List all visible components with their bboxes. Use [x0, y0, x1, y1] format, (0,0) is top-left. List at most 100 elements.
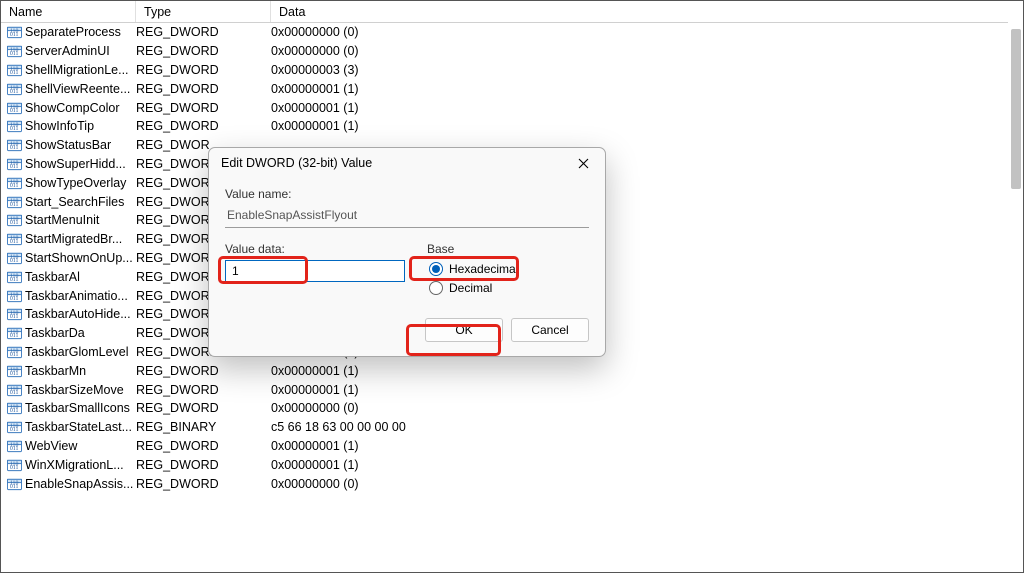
- cell-name-text: TaskbarSmallIcons: [25, 401, 130, 415]
- table-row[interactable]: 011 110 ServerAdminUIREG_DWORD0x00000000…: [1, 42, 1023, 61]
- registry-value-icon: 011 110: [7, 176, 22, 190]
- registry-value-icon: 011 110: [7, 195, 22, 209]
- cell-name-text: TaskbarSizeMove: [25, 383, 124, 397]
- cell-name-text: EnableSnapAssis...: [25, 477, 133, 491]
- value-data-label: Value data:: [225, 242, 405, 256]
- registry-value-icon: 011 110: [7, 25, 22, 39]
- scrollbar-track[interactable]: [1008, 1, 1023, 572]
- svg-text:110: 110: [10, 179, 19, 185]
- svg-text:110: 110: [10, 104, 19, 110]
- cell-type: REG_DWORD: [136, 458, 271, 472]
- svg-text:110: 110: [10, 386, 19, 392]
- dialog-title: Edit DWORD (32-bit) Value: [221, 156, 372, 170]
- ok-button[interactable]: OK: [425, 318, 503, 342]
- cell-type: REG_DWORD: [136, 63, 271, 77]
- cell-name: 011 110 ShellViewReente...: [7, 82, 136, 96]
- cell-data: 0x00000001 (1): [271, 439, 1023, 453]
- registry-value-icon: 011 110: [7, 401, 22, 415]
- cell-name: 011 110 SeparateProcess: [7, 25, 136, 39]
- radio-hex-label: Hexadecimal: [449, 262, 518, 276]
- registry-value-icon: 011 110: [7, 157, 22, 171]
- radio-hexadecimal[interactable]: Hexadecimal: [427, 260, 589, 279]
- cell-name: 011 110 ShowSuperHidd...: [7, 157, 136, 171]
- cell-name-text: TaskbarGlomLevel: [25, 345, 129, 359]
- svg-text:110: 110: [10, 424, 19, 430]
- cancel-button[interactable]: Cancel: [511, 318, 589, 342]
- cell-name: 011 110 TaskbarDa: [7, 326, 136, 340]
- table-row[interactable]: 011 110 ShowCompColorREG_DWORD0x00000001…: [1, 98, 1023, 117]
- cell-name: 011 110 TaskbarGlomLevel: [7, 345, 136, 359]
- svg-text:110: 110: [10, 273, 19, 279]
- cell-name: 011 110 ShowCompColor: [7, 101, 136, 115]
- cell-name-text: ShowSuperHidd...: [25, 157, 126, 171]
- cell-data: c5 66 18 63 00 00 00 00: [271, 420, 1023, 434]
- cell-type: REG_DWORD: [136, 383, 271, 397]
- table-row[interactable]: 011 110 EnableSnapAssis...REG_DWORD0x000…: [1, 474, 1023, 493]
- registry-value-icon: 011 110: [7, 345, 22, 359]
- cell-name-text: ShowInfoTip: [25, 119, 94, 133]
- base-radio-group: Hexadecimal Decimal: [427, 260, 589, 298]
- table-row[interactable]: 011 110 ShellMigrationLe...REG_DWORD0x00…: [1, 61, 1023, 80]
- column-header-type[interactable]: Type: [136, 1, 271, 22]
- cell-name: 011 110 ServerAdminUI: [7, 44, 136, 58]
- table-row[interactable]: 011 110 TaskbarStateLast...REG_BINARYc5 …: [1, 418, 1023, 437]
- svg-text:110: 110: [10, 405, 19, 411]
- cell-name-text: TaskbarAnimatio...: [25, 289, 128, 303]
- registry-value-icon: 011 110: [7, 289, 22, 303]
- base-label: Base: [427, 242, 589, 256]
- cell-data: 0x00000001 (1): [271, 82, 1023, 96]
- registry-value-icon: 011 110: [7, 307, 22, 321]
- registry-value-icon: 011 110: [7, 63, 22, 77]
- cell-name: 011 110 TaskbarAl: [7, 270, 136, 284]
- cell-name: 011 110 TaskbarAutoHide...: [7, 307, 136, 321]
- registry-value-icon: 011 110: [7, 439, 22, 453]
- cell-name: 011 110 TaskbarSmallIcons: [7, 401, 136, 415]
- column-header-name[interactable]: Name: [1, 1, 136, 22]
- radio-dot-icon: [429, 262, 443, 276]
- scrollbar-thumb[interactable]: [1011, 29, 1021, 189]
- cell-type: REG_BINARY: [136, 420, 271, 434]
- cell-type: REG_DWORD: [136, 44, 271, 58]
- cell-name: 011 110 ShellMigrationLe...: [7, 63, 136, 77]
- cell-name-text: TaskbarDa: [25, 326, 85, 340]
- table-row[interactable]: 011 110 TaskbarSizeMoveREG_DWORD0x000000…: [1, 380, 1023, 399]
- svg-text:110: 110: [10, 461, 19, 467]
- table-row[interactable]: 011 110 ShellViewReente...REG_DWORD0x000…: [1, 79, 1023, 98]
- cell-type: REG_DWORD: [136, 477, 271, 491]
- table-row[interactable]: 011 110 ShowInfoTipREG_DWORD0x00000001 (…: [1, 117, 1023, 136]
- table-row[interactable]: 011 110 SeparateProcessREG_DWORD0x000000…: [1, 23, 1023, 42]
- cell-type: REG_DWORD: [136, 101, 271, 115]
- svg-text:110: 110: [10, 330, 19, 336]
- edit-dword-dialog: Edit DWORD (32-bit) Value Value name: Va…: [208, 147, 606, 357]
- cell-name: 011 110 StartMigratedBr...: [7, 232, 136, 246]
- value-data-field[interactable]: [225, 260, 405, 282]
- svg-text:110: 110: [10, 29, 19, 35]
- svg-text:110: 110: [10, 254, 19, 260]
- column-header-data[interactable]: Data: [271, 1, 1023, 22]
- cell-name-text: ShellViewReente...: [25, 82, 130, 96]
- cell-name-text: TaskbarMn: [25, 364, 86, 378]
- registry-value-icon: 011 110: [7, 82, 22, 96]
- cell-name-text: ServerAdminUI: [25, 44, 110, 58]
- close-button[interactable]: [563, 150, 603, 176]
- cell-name-text: StartMenuInit: [25, 213, 99, 227]
- cell-name: 011 110 ShowStatusBar: [7, 138, 136, 152]
- svg-text:110: 110: [10, 85, 19, 91]
- svg-text:110: 110: [10, 160, 19, 166]
- cell-name-text: Start_SearchFiles: [25, 195, 124, 209]
- cell-type: REG_DWORD: [136, 439, 271, 453]
- radio-decimal[interactable]: Decimal: [427, 279, 589, 298]
- cell-name: 011 110 StartMenuInit: [7, 213, 136, 227]
- table-row[interactable]: 011 110 TaskbarMnREG_DWORD0x00000001 (1): [1, 361, 1023, 380]
- cell-name: 011 110 StartShownOnUp...: [7, 251, 136, 265]
- cell-type: REG_DWORD: [136, 82, 271, 96]
- cell-data: 0x00000000 (0): [271, 44, 1023, 58]
- cell-name-text: ShowStatusBar: [25, 138, 111, 152]
- svg-text:110: 110: [10, 292, 19, 298]
- table-row[interactable]: 011 110 WebViewREG_DWORD0x00000001 (1): [1, 437, 1023, 456]
- table-row[interactable]: 011 110 TaskbarSmallIconsREG_DWORD0x0000…: [1, 399, 1023, 418]
- cell-name-text: StartShownOnUp...: [25, 251, 133, 265]
- table-row[interactable]: 011 110 WinXMigrationL...REG_DWORD0x0000…: [1, 455, 1023, 474]
- svg-text:110: 110: [10, 480, 19, 486]
- value-name-label: Value name:: [225, 187, 589, 201]
